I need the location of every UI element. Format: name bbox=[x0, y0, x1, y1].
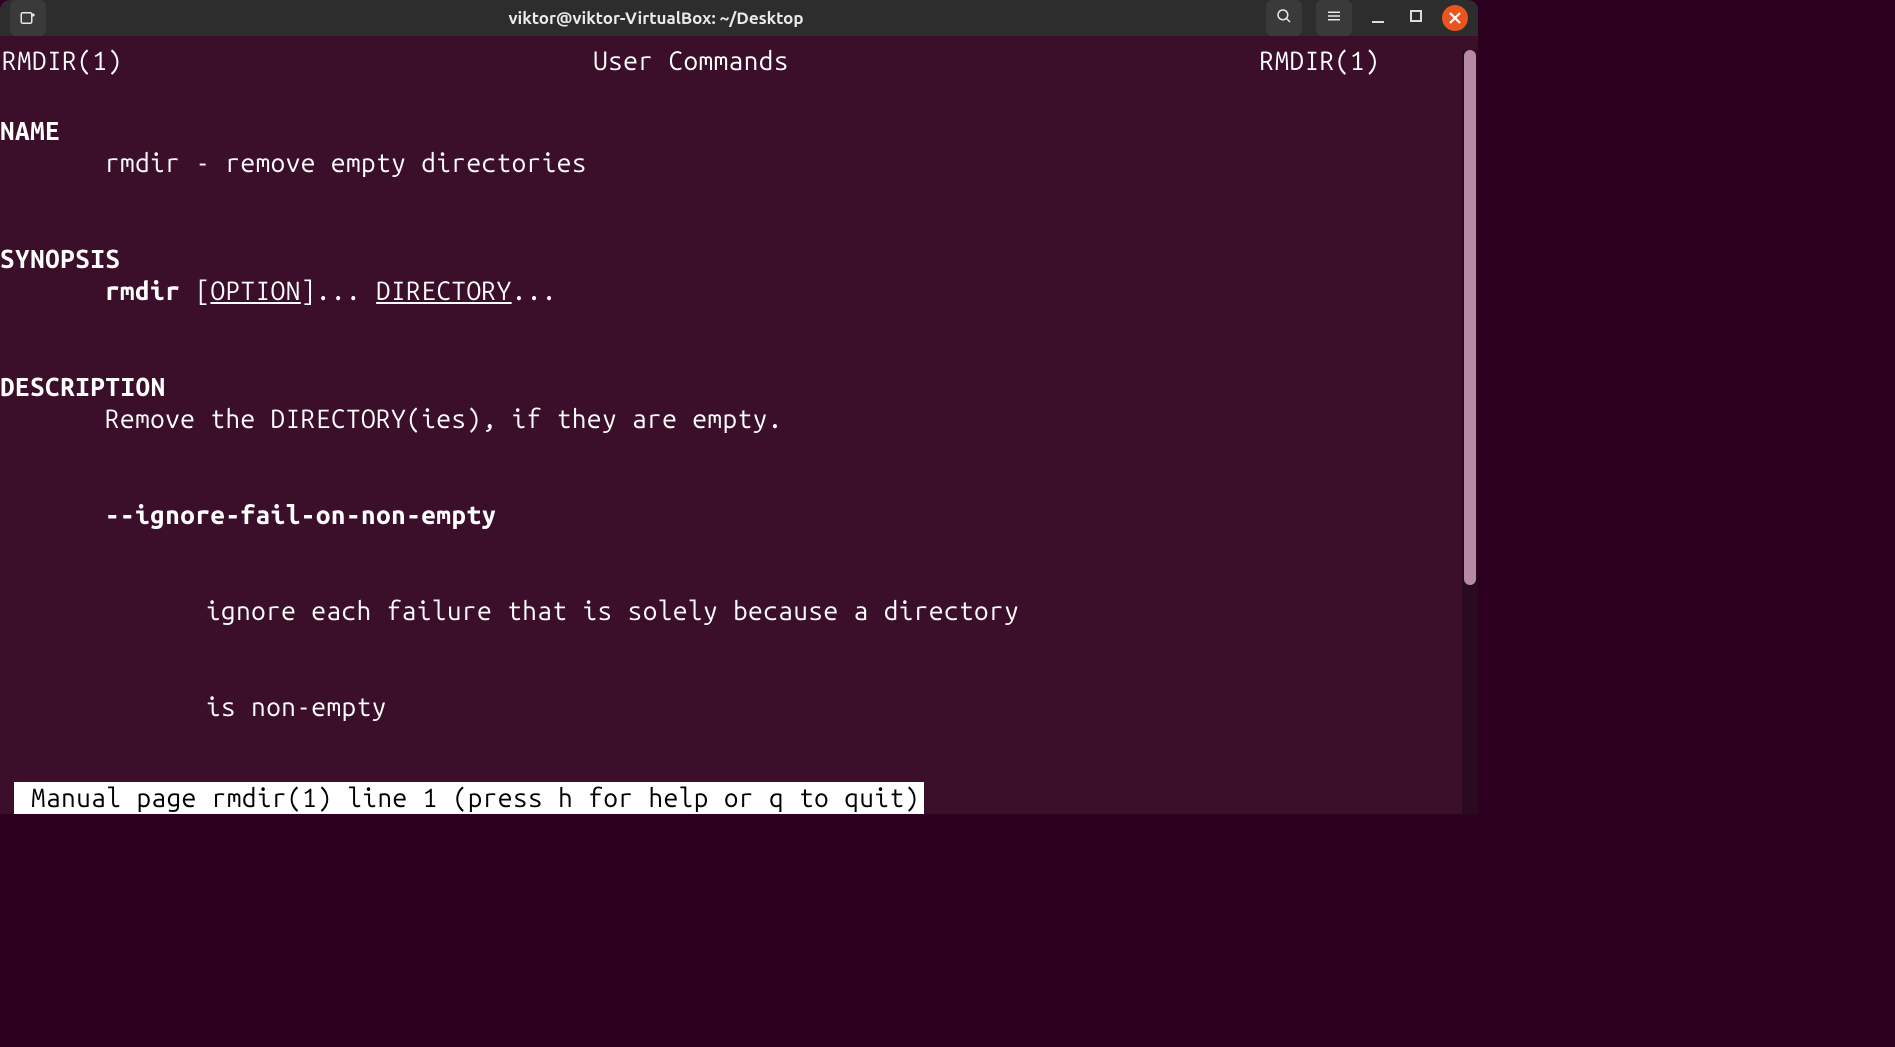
window-title: viktor@viktor-VirtualBox: ~/Desktop bbox=[508, 9, 803, 28]
synopsis-option: OPTION bbox=[210, 276, 300, 305]
scrollbar[interactable] bbox=[1462, 50, 1478, 814]
titlebar: viktor@viktor-VirtualBox: ~/Desktop bbox=[0, 0, 1478, 36]
man-header-row: RMDIR(1) User Commands RMDIR(1) bbox=[0, 36, 1428, 77]
synopsis-cmd: rmdir bbox=[105, 276, 180, 305]
scrollbar-thumb[interactable] bbox=[1464, 50, 1476, 585]
search-button[interactable] bbox=[1266, 0, 1302, 36]
synopsis-trail: ... bbox=[512, 276, 557, 305]
option-ignore-fail-desc-1: ignore each failure that is solely becau… bbox=[0, 595, 1428, 627]
maximize-button[interactable] bbox=[1404, 6, 1428, 30]
close-button[interactable] bbox=[1442, 5, 1468, 31]
section-heading-description: DESCRIPTION bbox=[0, 372, 166, 401]
terminal-window: viktor@viktor-VirtualBox: ~/Desktop bbox=[0, 0, 1478, 814]
terminal-viewport[interactable]: RMDIR(1) User Commands RMDIR(1) NAME rmd… bbox=[0, 36, 1478, 814]
synopsis-directory: DIRECTORY bbox=[376, 276, 512, 305]
close-icon bbox=[1449, 9, 1461, 28]
synopsis-line: rmdir [OPTION]... DIRECTORY... bbox=[0, 275, 1428, 307]
man-header-right: RMDIR(1) bbox=[1260, 45, 1380, 77]
name-line: rmdir - remove empty directories bbox=[0, 147, 1428, 179]
synopsis-close: ]... bbox=[301, 276, 376, 305]
section-heading-synopsis: SYNOPSIS bbox=[0, 244, 120, 273]
hamburger-menu-button[interactable] bbox=[1316, 0, 1352, 36]
option-ignore-fail-flag: --ignore-fail-on-non-empty bbox=[0, 499, 1428, 531]
man-status-line: Manual page rmdir(1) line 1 (press h for… bbox=[14, 782, 924, 814]
section-heading-name: NAME bbox=[0, 116, 60, 145]
man-body: NAME rmdir - remove empty directories SY… bbox=[0, 77, 1428, 814]
minimize-icon bbox=[1366, 4, 1390, 32]
description-line: Remove the DIRECTORY(ies), if they are e… bbox=[0, 403, 1428, 435]
man-header-left: RMDIR(1) bbox=[2, 45, 122, 77]
synopsis-open: [ bbox=[180, 276, 210, 305]
minimize-button[interactable] bbox=[1366, 6, 1390, 30]
maximize-icon bbox=[1404, 4, 1428, 32]
new-tab-button[interactable] bbox=[10, 0, 46, 36]
man-header-center: User Commands bbox=[593, 45, 789, 77]
hamburger-icon bbox=[1325, 7, 1343, 29]
search-icon bbox=[1275, 7, 1293, 29]
option-ignore-fail-desc-2: is non-empty bbox=[0, 691, 1428, 723]
